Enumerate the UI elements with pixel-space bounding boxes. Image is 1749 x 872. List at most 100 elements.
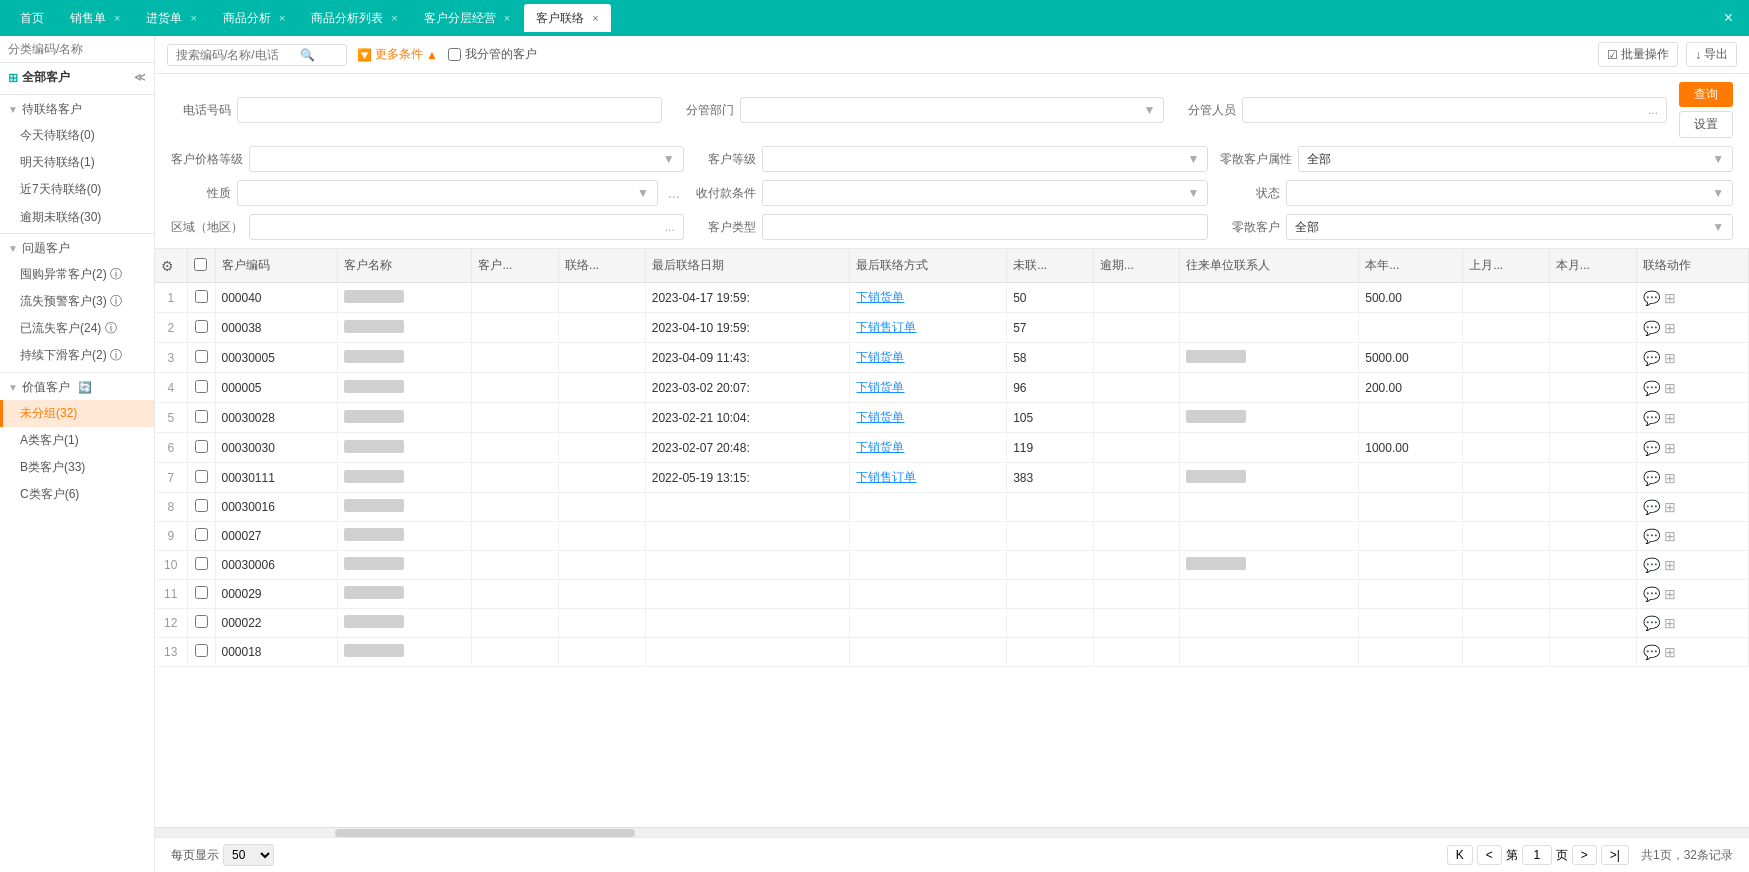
grid-action-icon[interactable]: ⊞: [1664, 470, 1676, 486]
nav-tab-customer-segment[interactable]: 客户分层经营 ×: [412, 4, 522, 32]
nature-dots[interactable]: ...: [664, 185, 684, 201]
col-header-code[interactable]: 客户编码: [215, 249, 337, 283]
col-header-last-month[interactable]: 上月...: [1463, 249, 1550, 283]
contact-way-link[interactable]: 下销货单: [856, 410, 904, 424]
dept-select[interactable]: ▼: [740, 97, 1165, 123]
sidebar-item-7days[interactable]: 近7天待联络(0): [0, 176, 154, 203]
grid-action-icon[interactable]: ⊞: [1664, 440, 1676, 456]
sidebar-item-declining[interactable]: 持续下滑客户(2) ⓘ: [0, 342, 154, 369]
nav-tab-purchase[interactable]: 进货单 ×: [134, 4, 208, 32]
settings-icon[interactable]: ⚙: [161, 258, 174, 274]
row-checkbox[interactable]: [195, 380, 208, 393]
page-number-input[interactable]: [1522, 845, 1552, 865]
close-all-button[interactable]: ×: [1716, 9, 1741, 27]
sidebar-item-tomorrow[interactable]: 明天待联络(1): [0, 149, 154, 176]
col-header-this-month[interactable]: 本月...: [1549, 249, 1636, 283]
row-checkbox[interactable]: [195, 586, 208, 599]
customer-level-select[interactable]: ▼: [762, 146, 1209, 172]
row-checkbox[interactable]: [195, 528, 208, 541]
sidebar-item-class-a[interactable]: A类客户(1): [0, 427, 154, 454]
row-checkbox[interactable]: [195, 644, 208, 657]
nav-tab-product-list[interactable]: 商品分析列表 ×: [299, 4, 409, 32]
scatter-attr-select[interactable]: 全部 ▼: [1298, 146, 1733, 172]
scrollbar-thumb[interactable]: [335, 829, 635, 837]
grid-action-icon[interactable]: ⊞: [1664, 380, 1676, 396]
chat-icon[interactable]: 💬: [1643, 557, 1660, 573]
grid-action-icon[interactable]: ⊞: [1664, 644, 1676, 660]
contact-way-link[interactable]: 下销货单: [856, 440, 904, 454]
sidebar-item-abnormal[interactable]: 囤购异常客户(2) ⓘ: [0, 261, 154, 288]
row-checkbox[interactable]: [195, 440, 208, 453]
contact-way-link[interactable]: 下销货单: [856, 380, 904, 394]
search-input[interactable]: [176, 48, 296, 62]
sidebar-group-problem[interactable]: ▼ 问题客户: [0, 236, 154, 261]
last-page-button[interactable]: >|: [1601, 845, 1629, 865]
sidebar-search-input[interactable]: [8, 42, 155, 56]
chat-icon[interactable]: 💬: [1643, 410, 1660, 426]
horizontal-scrollbar[interactable]: [155, 827, 1749, 837]
sidebar-item-class-c[interactable]: C类客户(6): [0, 481, 154, 508]
more-conditions-button[interactable]: 🔽 更多条件 ▲: [357, 46, 438, 63]
query-button[interactable]: 查询: [1679, 82, 1733, 107]
row-checkbox[interactable]: [195, 615, 208, 628]
select-all-checkbox[interactable]: [194, 258, 207, 271]
nav-tab-product-analysis[interactable]: 商品分析 ×: [211, 4, 297, 32]
grid-action-icon[interactable]: ⊞: [1664, 320, 1676, 336]
product-list-tab-close[interactable]: ×: [391, 12, 397, 24]
per-page-select[interactable]: 50 20 100: [223, 844, 274, 866]
price-level-select[interactable]: ▼: [249, 146, 684, 172]
col-header-last-contact-date[interactable]: 最后联络日期: [645, 249, 850, 283]
row-checkbox[interactable]: [195, 410, 208, 423]
col-header-contact[interactable]: 联络...: [559, 249, 646, 283]
manager-select[interactable]: ...: [1242, 97, 1667, 123]
chat-icon[interactable]: 💬: [1643, 350, 1660, 366]
chat-icon[interactable]: 💬: [1643, 615, 1660, 631]
grid-action-icon[interactable]: ⊞: [1664, 586, 1676, 602]
sales-tab-close[interactable]: ×: [114, 12, 120, 24]
col-header-unit-contact[interactable]: 往来单位联系人: [1180, 249, 1359, 283]
col-header-action[interactable]: 联络动作: [1636, 249, 1749, 283]
sidebar-item-class-b[interactable]: B类客户(33): [0, 454, 154, 481]
grid-action-icon[interactable]: ⊞: [1664, 528, 1676, 544]
sidebar-item-churned[interactable]: 已流失客户(24) ⓘ: [0, 315, 154, 342]
chat-icon[interactable]: 💬: [1643, 470, 1660, 486]
batch-operation-button[interactable]: ☑ 批量操作: [1598, 42, 1678, 67]
sidebar-item-churn-warning[interactable]: 流失预警客户(3) ⓘ: [0, 288, 154, 315]
chat-icon[interactable]: 💬: [1643, 290, 1660, 306]
grid-action-icon[interactable]: ⊞: [1664, 615, 1676, 631]
col-header-level[interactable]: 客户...: [472, 249, 559, 283]
chat-icon[interactable]: 💬: [1643, 380, 1660, 396]
chat-icon[interactable]: 💬: [1643, 320, 1660, 336]
chat-icon[interactable]: 💬: [1643, 499, 1660, 515]
nav-tab-sales[interactable]: 销售单 ×: [58, 4, 132, 32]
export-button[interactable]: ↓ 导出: [1686, 42, 1737, 67]
row-checkbox[interactable]: [195, 470, 208, 483]
reset-button[interactable]: 设置: [1679, 111, 1733, 138]
col-header-last-contact-way[interactable]: 最后联络方式: [850, 249, 1007, 283]
chat-icon[interactable]: 💬: [1643, 644, 1660, 660]
first-page-button[interactable]: K: [1447, 845, 1473, 865]
nav-tab-home[interactable]: 首页: [8, 4, 56, 32]
customer-segment-tab-close[interactable]: ×: [504, 12, 510, 24]
sidebar-item-today[interactable]: 今天待联络(0): [0, 122, 154, 149]
chat-icon[interactable]: 💬: [1643, 528, 1660, 544]
customer-contact-tab-close[interactable]: ×: [592, 12, 598, 24]
collapse-icon[interactable]: ≪: [134, 71, 146, 84]
row-checkbox[interactable]: [195, 499, 208, 512]
col-header-not-contacted[interactable]: 未联...: [1007, 249, 1094, 283]
col-header-overdue[interactable]: 逾期...: [1093, 249, 1180, 283]
sidebar-item-overdue[interactable]: 逾期未联络(30): [0, 204, 154, 231]
product-analysis-tab-close[interactable]: ×: [279, 12, 285, 24]
search-icon[interactable]: 🔍: [300, 48, 315, 62]
prev-page-button[interactable]: <: [1477, 845, 1502, 865]
col-header-name[interactable]: 客户名称: [337, 249, 472, 283]
payment-select[interactable]: ▼: [762, 180, 1209, 206]
contact-way-link[interactable]: 下销货单: [856, 350, 904, 364]
contact-way-link[interactable]: 下销售订单: [856, 470, 916, 484]
grid-action-icon[interactable]: ⊞: [1664, 557, 1676, 573]
all-customers-header[interactable]: ⊞ 全部客户 ≪: [0, 63, 154, 92]
region-select[interactable]: ...: [249, 214, 684, 240]
grid-action-icon[interactable]: ⊞: [1664, 350, 1676, 366]
grid-action-icon[interactable]: ⊞: [1664, 410, 1676, 426]
chat-icon[interactable]: 💬: [1643, 586, 1660, 602]
